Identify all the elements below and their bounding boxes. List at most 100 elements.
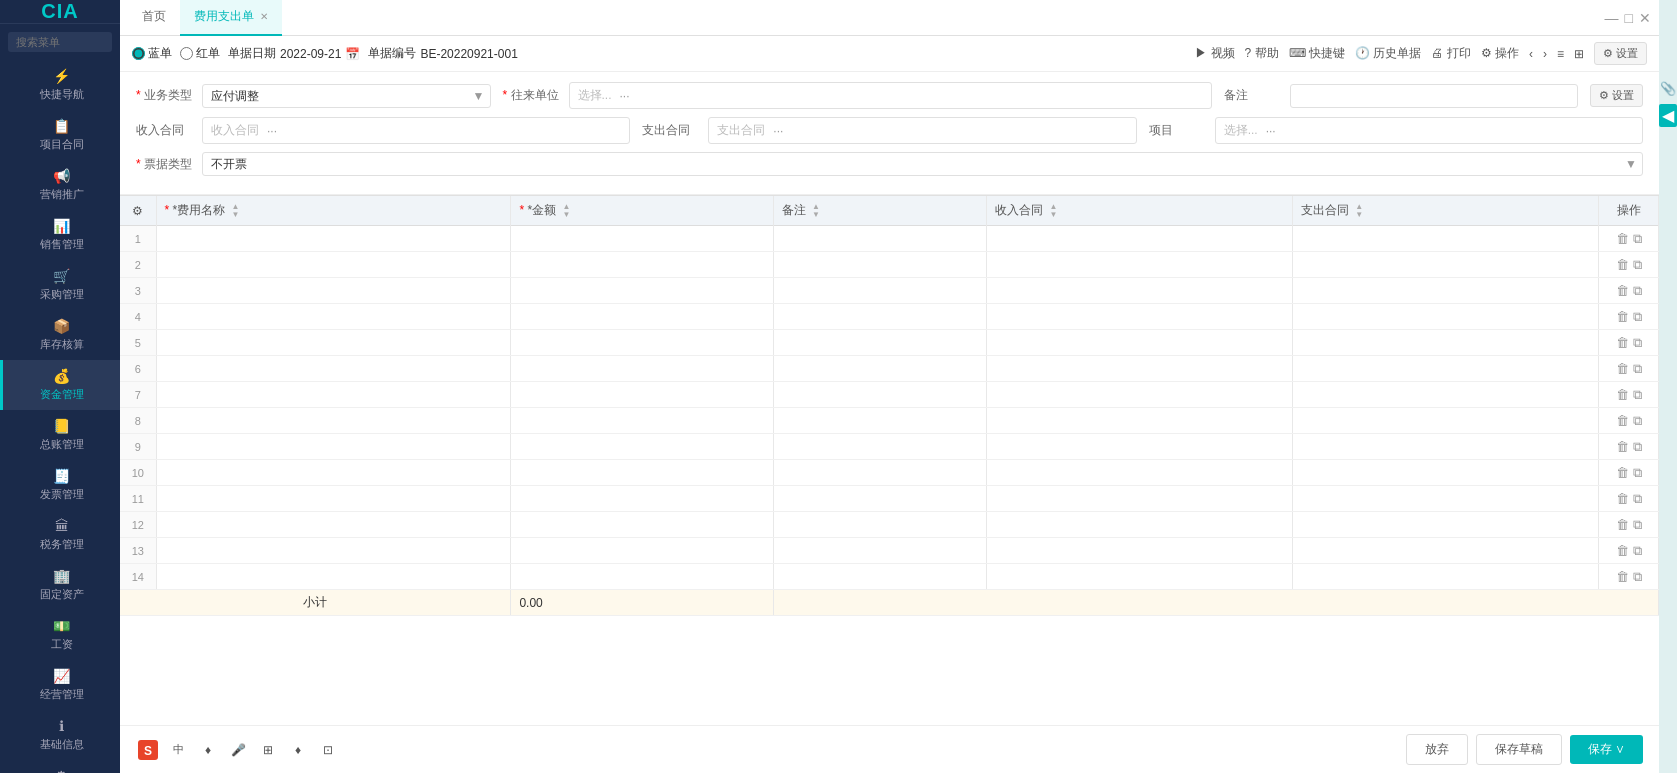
table-cell-remark[interactable]: [773, 304, 986, 330]
table-cell-expense-contract[interactable]: [1293, 356, 1599, 382]
table-cell-remark[interactable]: [773, 226, 986, 252]
settings-button[interactable]: ⚙ 设置: [1594, 42, 1647, 65]
table-cell-expense-contract[interactable]: [1293, 564, 1599, 590]
discard-button[interactable]: 放弃: [1406, 734, 1468, 765]
delete-row-icon[interactable]: 🗑: [1616, 465, 1629, 480]
table-cell-remark[interactable]: [773, 330, 986, 356]
table-cell-income-contract[interactable]: [987, 226, 1293, 252]
table-cell-remark[interactable]: [773, 486, 986, 512]
sidebar-item-payroll[interactable]: 💵 工资: [0, 610, 120, 660]
sidebar-item-operations-management[interactable]: 📈 经营管理: [0, 660, 120, 710]
table-cell-expense-contract[interactable]: [1293, 382, 1599, 408]
copy-row-icon[interactable]: ⧉: [1633, 517, 1642, 533]
table-cell-amount[interactable]: [511, 408, 773, 434]
project-dots-icon[interactable]: ···: [1266, 124, 1276, 138]
remark-sort-icon[interactable]: ▲▼: [812, 203, 820, 219]
table-cell-remark[interactable]: [773, 252, 986, 278]
copy-row-icon[interactable]: ⧉: [1633, 465, 1642, 481]
copy-row-icon[interactable]: ⧉: [1633, 361, 1642, 377]
copy-row-icon[interactable]: ⧉: [1633, 439, 1642, 455]
project-input-wrapper[interactable]: 选择... ···: [1215, 117, 1643, 144]
bottom-icon-box[interactable]: ⊡: [316, 738, 340, 762]
income-contract-dots-icon[interactable]: ···: [267, 124, 277, 138]
remark-input[interactable]: [1290, 84, 1579, 108]
sidebar-item-purchase-management[interactable]: 🛒 采购管理: [0, 260, 120, 310]
table-cell-expense-name[interactable]: [156, 226, 511, 252]
business-type-select[interactable]: 应付调整: [202, 84, 491, 108]
table-cell-income-contract[interactable]: [987, 460, 1293, 486]
bottom-icon-diamond2[interactable]: ♦: [286, 738, 310, 762]
shortcut-btn[interactable]: ⌨ 快捷键: [1289, 45, 1345, 62]
table-cell-expense-contract[interactable]: [1293, 252, 1599, 278]
red-bill-radio[interactable]: 红单: [180, 45, 220, 62]
delete-row-icon[interactable]: 🗑: [1616, 257, 1629, 272]
table-cell-amount[interactable]: [511, 382, 773, 408]
table-cell-remark[interactable]: [773, 512, 986, 538]
sidebar-item-inventory-accounting[interactable]: 📦 库存核算: [0, 310, 120, 360]
invoice-type-select[interactable]: 不开票: [202, 152, 1643, 176]
copy-row-icon[interactable]: ⧉: [1633, 231, 1642, 247]
copy-row-icon[interactable]: ⧉: [1633, 491, 1642, 507]
table-cell-amount[interactable]: [511, 278, 773, 304]
bottom-icon-diamond[interactable]: ♦: [196, 738, 220, 762]
sidebar-item-basic-info[interactable]: ℹ 基础信息: [0, 710, 120, 760]
table-cell-income-contract[interactable]: [987, 538, 1293, 564]
nav-next-btn[interactable]: ›: [1543, 47, 1547, 61]
sidebar-item-tax-management[interactable]: 🏛 税务管理: [0, 510, 120, 560]
table-cell-amount[interactable]: [511, 538, 773, 564]
bottom-icon-mic[interactable]: 🎤: [226, 738, 250, 762]
table-cell-amount[interactable]: [511, 226, 773, 252]
copy-row-icon[interactable]: ⧉: [1633, 257, 1642, 273]
table-cell-expense-contract[interactable]: [1293, 434, 1599, 460]
table-cell-expense-contract[interactable]: [1293, 486, 1599, 512]
tab-close-icon[interactable]: ✕: [260, 11, 268, 22]
table-gear-header[interactable]: ⚙: [120, 196, 156, 226]
table-cell-expense-name[interactable]: [156, 330, 511, 356]
table-cell-income-contract[interactable]: [987, 304, 1293, 330]
blue-bill-radio-input[interactable]: [132, 47, 145, 60]
table-cell-income-contract[interactable]: [987, 486, 1293, 512]
table-cell-expense-name[interactable]: [156, 382, 511, 408]
delete-row-icon[interactable]: 🗑: [1616, 569, 1629, 584]
table-cell-expense-contract[interactable]: [1293, 512, 1599, 538]
income-contract-sort-icon[interactable]: ▲▼: [1049, 203, 1057, 219]
table-cell-remark[interactable]: [773, 564, 986, 590]
table-cell-expense-name[interactable]: [156, 408, 511, 434]
table-cell-expense-name[interactable]: [156, 538, 511, 564]
table-cell-expense-contract[interactable]: [1293, 538, 1599, 564]
sidebar-item-quick-nav[interactable]: ⚡ 快捷导航: [0, 60, 120, 110]
table-cell-expense-name[interactable]: [156, 512, 511, 538]
window-close-icon[interactable]: ✕: [1639, 10, 1651, 26]
delete-row-icon[interactable]: 🗑: [1616, 491, 1629, 506]
table-cell-expense-name[interactable]: [156, 460, 511, 486]
action-btn[interactable]: ⚙ 操作: [1481, 45, 1519, 62]
amount-sort-icon[interactable]: ▲▼: [562, 203, 570, 219]
delete-row-icon[interactable]: 🗑: [1616, 335, 1629, 350]
table-cell-amount[interactable]: [511, 434, 773, 460]
bottom-icon-s[interactable]: S: [136, 738, 160, 762]
bottom-icon-grid[interactable]: ⊞: [256, 738, 280, 762]
table-cell-income-contract[interactable]: [987, 564, 1293, 590]
sidebar-item-fixed-assets[interactable]: 🏢 固定资产: [0, 560, 120, 610]
save-button[interactable]: 保存 ∨: [1570, 735, 1643, 764]
blue-bill-radio[interactable]: 蓝单: [132, 45, 172, 62]
sidebar-item-system-management[interactable]: ⚙ 系统管理: [0, 760, 120, 773]
delete-row-icon[interactable]: 🗑: [1616, 517, 1629, 532]
expense-contract-dots-icon[interactable]: ···: [773, 124, 783, 138]
bottom-icon-middle[interactable]: 中: [166, 738, 190, 762]
sidebar-item-sales-management[interactable]: 📊 销售管理: [0, 210, 120, 260]
doc-no-value[interactable]: BE-20220921-001: [420, 47, 517, 61]
table-cell-income-contract[interactable]: [987, 252, 1293, 278]
table-cell-remark[interactable]: [773, 460, 986, 486]
table-cell-amount[interactable]: [511, 330, 773, 356]
copy-row-icon[interactable]: ⧉: [1633, 283, 1642, 299]
sidebar-item-capital-management[interactable]: 💰 资金管理: [0, 360, 120, 410]
table-cell-amount[interactable]: [511, 512, 773, 538]
right-panel-toggle-icon[interactable]: 📎: [1661, 80, 1676, 96]
table-cell-expense-name[interactable]: [156, 434, 511, 460]
table-cell-expense-contract[interactable]: [1293, 304, 1599, 330]
sidebar-item-invoice-management[interactable]: 🧾 发票管理: [0, 460, 120, 510]
save-draft-button[interactable]: 保存草稿: [1476, 734, 1562, 765]
tab-home[interactable]: 首页: [128, 0, 180, 36]
table-cell-income-contract[interactable]: [987, 382, 1293, 408]
